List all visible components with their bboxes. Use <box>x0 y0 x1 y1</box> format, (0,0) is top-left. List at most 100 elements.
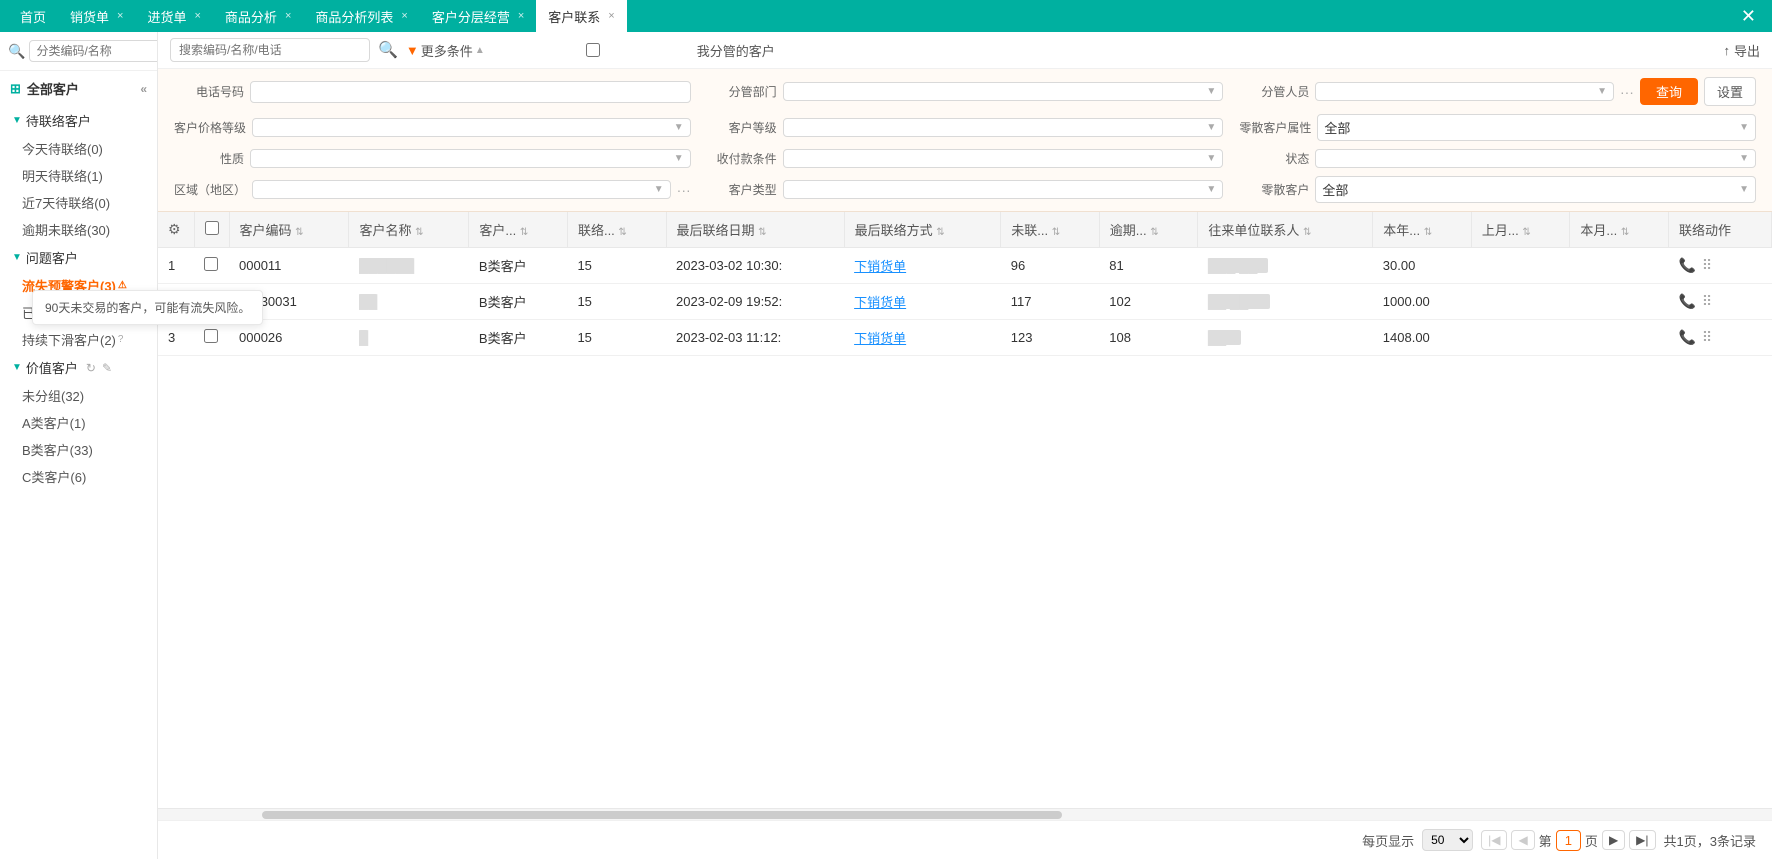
setting-button[interactable]: 设置 <box>1704 77 1756 106</box>
sidebar-group-pending-header[interactable]: ▼ 待联络客户 <box>0 106 157 135</box>
filter-phone-input[interactable] <box>250 81 691 103</box>
filter-manager-ellipsis[interactable]: ··· <box>1620 84 1634 100</box>
sidebar-item-declining[interactable]: 持续下滑客户(2) ? <box>0 326 157 353</box>
sidebar-item-overdue[interactable]: 逾期未联络(30) <box>0 216 157 243</box>
more-conditions-button[interactable]: ▼ 更多条件 ▲ <box>406 41 485 60</box>
tab-home[interactable]: 首页 <box>8 0 58 32</box>
tab-product-analysis-close[interactable]: × <box>285 10 291 22</box>
filter-status-select[interactable]: ▼ <box>1315 149 1756 168</box>
tab-customer-layer-close[interactable]: × <box>518 10 524 22</box>
row-checkbox[interactable] <box>204 257 218 271</box>
table-header-code[interactable]: 客户编码 ⇅ <box>229 212 349 248</box>
row-more-icon[interactable]: ⠿ <box>1702 257 1712 274</box>
sidebar-item-today[interactable]: 今天待联络(0) <box>0 135 157 162</box>
value-group-edit[interactable]: ✎ <box>102 361 112 375</box>
sidebar-item-tomorrow[interactable]: 明天待联络(1) <box>0 162 157 189</box>
next-page-button[interactable]: ▶ <box>1602 830 1625 850</box>
last-page-button[interactable]: ▶| <box>1629 830 1655 850</box>
row-checkbox[interactable] <box>204 329 218 343</box>
row-phone-icon[interactable]: 📞 <box>1678 293 1695 310</box>
filter-cust-type-select[interactable]: ▼ <box>783 180 1224 199</box>
table-header-overdue[interactable]: 逾期... ⇅ <box>1099 212 1198 248</box>
filter-cust-level-select[interactable]: ▼ <box>783 118 1224 137</box>
row-phone-icon[interactable]: 📞 <box>1678 329 1695 346</box>
tab-product-list[interactable]: 商品分析列表 × <box>303 0 419 32</box>
page-label: 第 <box>1539 831 1552 850</box>
search-input[interactable] <box>170 38 370 62</box>
prev-page-button[interactable]: ◀ <box>1511 830 1534 850</box>
table-header-settings[interactable]: ⚙ <box>158 212 194 248</box>
sidebar-item-b-class[interactable]: B类客户(33) <box>0 436 157 463</box>
tab-product-list-close[interactable]: × <box>401 10 407 22</box>
search-button[interactable]: 🔍 <box>378 40 398 60</box>
row-name: ██ <box>349 284 469 320</box>
sidebar-item-c-class[interactable]: C类客户(6) <box>0 463 157 490</box>
row-last-contact-method[interactable]: 下销货单 <box>844 320 1001 356</box>
filter-retail-cust-select[interactable]: 全部 ▼ <box>1315 176 1756 203</box>
filter-dept-select[interactable]: ▼ <box>783 82 1224 101</box>
window-close-button[interactable]: ✕ <box>1733 6 1764 27</box>
row-more-icon[interactable]: ⠿ <box>1702 329 1712 346</box>
tab-customer-layer[interactable]: 客户分层经营 × <box>420 0 536 32</box>
sidebar-all-customers[interactable]: ⊞ 全部客户 « <box>0 71 157 106</box>
filter-nature: 性质 ▼ <box>174 149 691 168</box>
last-month-sort-icon: ⇅ <box>1522 227 1530 238</box>
table-header-cust-type[interactable]: 客户... ⇅ <box>469 212 568 248</box>
per-page-select[interactable]: 50 100 <box>1422 829 1473 851</box>
row-more-icon[interactable]: ⠿ <box>1702 293 1712 310</box>
filter-status-arrow: ▼ <box>1739 153 1749 164</box>
horizontal-scrollbar[interactable] <box>158 808 1772 820</box>
tab-sales-order[interactable]: 销货单 × <box>58 0 135 32</box>
sidebar-item-a-class[interactable]: A类客户(1) <box>0 409 157 436</box>
sidebar-collapse-button[interactable]: « <box>140 82 147 96</box>
filter-phone: 电话号码 <box>174 77 691 106</box>
my-customers-checkbox[interactable] <box>493 43 693 57</box>
filter-nature-select[interactable]: ▼ <box>250 149 691 168</box>
table-header-last-contact-method[interactable]: 最后联络方式 ⇅ <box>844 212 1001 248</box>
filter-region-select[interactable]: ▼ <box>252 180 671 199</box>
settings-icon[interactable]: ⚙ <box>168 221 181 237</box>
table-header-annual[interactable]: 本年... ⇅ <box>1373 212 1472 248</box>
sidebar-group-problem-header[interactable]: ▼ 问题客户 <box>0 243 157 272</box>
filter-region-ellipsis[interactable]: ··· <box>677 182 691 198</box>
contact-count-sort-icon: ⇅ <box>618 227 626 238</box>
query-button[interactable]: 查询 <box>1640 78 1698 105</box>
tab-purchase-order-close[interactable]: × <box>194 10 200 22</box>
table-header-contact-count[interactable]: 联络... ⇅ <box>567 212 666 248</box>
export-button[interactable]: ↑ 导出 <box>1723 41 1760 60</box>
tab-customer-contact[interactable]: 客户联系 × <box>536 0 626 32</box>
row-phone-icon[interactable]: 📞 <box>1678 257 1695 274</box>
pending-group-arrow: ▼ <box>12 115 22 126</box>
sidebar-search-input[interactable] <box>29 40 158 62</box>
table-header-last-month[interactable]: 上月... ⇅ <box>1471 212 1570 248</box>
filter-retail-attr-select[interactable]: 全部 ▼ <box>1317 114 1756 141</box>
table-header-unit-contact[interactable]: 往来单位联系人 ⇅ <box>1198 212 1373 248</box>
my-customers-checkbox-area: 我分管的客户 <box>493 41 775 60</box>
sidebar-group-value-header[interactable]: ▼ 价值客户 ↻ ✎ <box>0 353 157 382</box>
row-last-contact-method[interactable]: 下销货单 <box>844 248 1001 284</box>
filter-price-level-select[interactable]: ▼ <box>252 118 691 137</box>
tab-purchase-order[interactable]: 进货单 × <box>135 0 212 32</box>
overdue-sort-icon: ⇅ <box>1150 227 1158 238</box>
sidebar-item-7days-label: 近7天待联络(0) <box>22 193 110 212</box>
row-last-contact-method[interactable]: 下销货单 <box>844 284 1001 320</box>
row-cust-type: B类客户 <box>469 320 568 356</box>
tab-product-analysis[interactable]: 商品分析 × <box>213 0 303 32</box>
table-header-uncontacted[interactable]: 未联... ⇅ <box>1001 212 1100 248</box>
select-all-checkbox[interactable] <box>205 221 219 235</box>
table-header-last-contact-date[interactable]: 最后联络日期 ⇅ <box>666 212 844 248</box>
filter-dept-arrow: ▼ <box>1206 86 1216 97</box>
table-header-this-month[interactable]: 本月... ⇅ <box>1570 212 1669 248</box>
sidebar-item-ungroup[interactable]: 未分组(32) <box>0 382 157 409</box>
tab-sales-order-close[interactable]: × <box>117 10 123 22</box>
sidebar-item-7days[interactable]: 近7天待联络(0) <box>0 189 157 216</box>
scroll-thumb[interactable] <box>262 811 1062 819</box>
filter-payment-select[interactable]: ▼ <box>783 149 1224 168</box>
row-cust-type: B类客户 <box>469 248 568 284</box>
tab-customer-contact-close[interactable]: × <box>608 10 614 22</box>
value-group-refresh[interactable]: ↻ <box>86 361 96 375</box>
first-page-button[interactable]: |◀ <box>1481 830 1507 850</box>
filter-manager-select[interactable]: ▼ <box>1315 82 1614 101</box>
table-header-name[interactable]: 客户名称 ⇅ <box>349 212 469 248</box>
row-unit-contact: ███ ██... <box>1198 248 1373 284</box>
